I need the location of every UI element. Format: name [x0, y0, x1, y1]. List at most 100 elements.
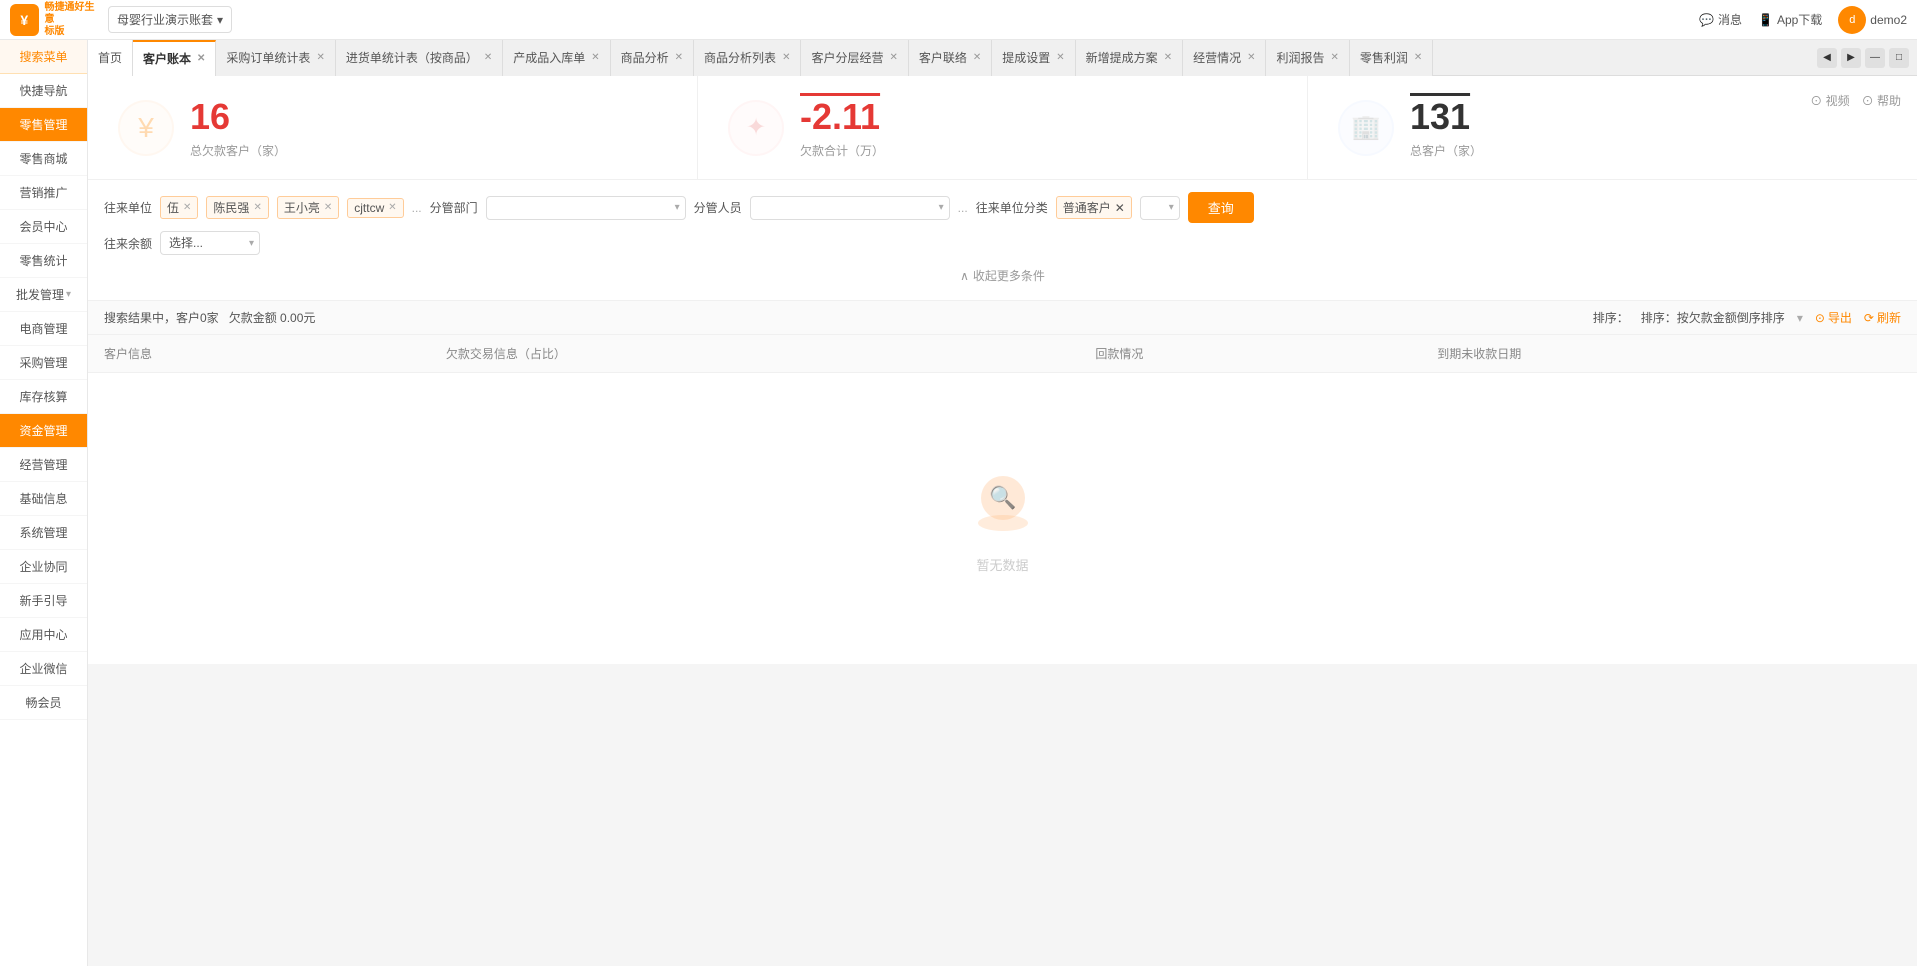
filter-area: 往来单位 伍 ✕ 陈民强 ✕ 王小亮 ✕	[88, 180, 1917, 301]
app-download-button[interactable]: 📱 App下载	[1758, 11, 1822, 28]
user-avatar-area[interactable]: d demo2	[1838, 6, 1907, 34]
tab-product-analysis-list[interactable]: 商品分析列表 ✕	[694, 40, 801, 76]
balance-select[interactable]: 选择...	[160, 231, 260, 255]
tab-customer-contact[interactable]: 客户联络 ✕	[909, 40, 992, 76]
filter-tag-chen[interactable]: 陈民强 ✕	[206, 196, 268, 219]
filter-tag-normal-customer[interactable]: 普通客户 ✕	[1056, 196, 1132, 219]
phone-icon: 📱	[1758, 13, 1773, 27]
sidebar-item-retail-mall[interactable]: 零售商城	[0, 142, 87, 176]
sidebar-item-quick-nav[interactable]: 快捷导航	[0, 74, 87, 108]
filter-label-unit: 往来单位	[104, 199, 152, 216]
tab-customer-ledger[interactable]: 客户账本 ✕	[133, 40, 216, 76]
stats-row: ¥ 16 总欠款客户（家） ✦	[88, 76, 1917, 180]
tab-profit-report[interactable]: 利润报告 ✕	[1266, 40, 1349, 76]
dept-select[interactable]	[486, 196, 686, 220]
close-icon[interactable]: ✕	[889, 52, 897, 63]
close-icon[interactable]: ✕	[1115, 201, 1125, 215]
filter-label-balance: 往来余额	[104, 235, 152, 252]
tab-maximize[interactable]: □	[1889, 48, 1909, 68]
tab-retail-profit[interactable]: 零售利润 ✕	[1350, 40, 1433, 76]
svg-text:🔍: 🔍	[989, 483, 1016, 510]
close-icon[interactable]: ✕	[1164, 52, 1172, 63]
tab-operations[interactable]: 经营情况 ✕	[1183, 40, 1266, 76]
sidebar-item-guide[interactable]: 新手引导	[0, 584, 87, 618]
filter-tag-cjttcw[interactable]: cjttcw ✕	[347, 198, 403, 218]
close-icon[interactable]: ✕	[973, 52, 981, 63]
balance-select-wrapper: 选择... ▾	[160, 231, 260, 255]
sidebar-item-collab[interactable]: 企业协同	[0, 550, 87, 584]
empty-state-text: 暂无数据	[976, 555, 1028, 574]
sidebar-item-member[interactable]: 会员中心	[0, 210, 87, 244]
sidebar-item-basic-info[interactable]: 基础信息	[0, 482, 87, 516]
close-icon[interactable]: ✕	[183, 202, 191, 213]
tab-minimize[interactable]: —	[1865, 48, 1885, 68]
collapse-filter-button[interactable]: ∧ 收起更多条件	[104, 263, 1901, 288]
sidebar-item-app-center[interactable]: 应用中心	[0, 618, 87, 652]
close-icon[interactable]: ✕	[675, 52, 683, 63]
close-icon[interactable]: ✕	[591, 52, 599, 63]
refresh-button[interactable]: ⟳ 刷新	[1864, 309, 1901, 326]
filter-more-tags[interactable]: ...	[412, 201, 422, 215]
sidebar-item-wholesale[interactable]: 批发管理 ▾	[0, 278, 87, 312]
col-header-customer: 客户信息	[88, 335, 430, 373]
close-icon[interactable]: ✕	[1056, 52, 1064, 63]
close-icon[interactable]: ✕	[1247, 52, 1255, 63]
tab-purchase-stats[interactable]: 进货单统计表（按商品） ✕	[336, 40, 503, 76]
filter-label-dept: 分管部门	[430, 199, 478, 216]
category-select[interactable]	[1140, 196, 1180, 220]
tab-add-commission[interactable]: 新增提成方案 ✕	[1076, 40, 1183, 76]
sidebar-item-marketing[interactable]: 营销推广	[0, 176, 87, 210]
tab-scroll-right[interactable]: ▶	[1841, 48, 1861, 68]
person-more-btn[interactable]: ...	[958, 201, 968, 215]
filter-label-category: 往来单位分类	[976, 199, 1048, 216]
sidebar-item-inventory[interactable]: 库存核算	[0, 380, 87, 414]
stat-label-total: 总客户（家）	[1410, 142, 1482, 159]
sidebar-item-wechat[interactable]: 企业微信	[0, 652, 87, 686]
tab-bar: 首页 客户账本 ✕ 采购订单统计表 ✕ 进货单统计表（按商品） ✕ 产成品入库单…	[88, 40, 1917, 76]
sidebar-item-retail-stats[interactable]: 零售统计	[0, 244, 87, 278]
close-icon[interactable]: ✕	[197, 53, 205, 64]
tab-home[interactable]: 首页	[88, 40, 133, 76]
tab-commission-settings[interactable]: 提成设置 ✕	[992, 40, 1075, 76]
sidebar-search[interactable]: 搜索菜单	[0, 40, 87, 74]
chevron-down-icon: ▾	[217, 13, 223, 27]
refresh-icon: ⟳	[1864, 311, 1874, 325]
sidebar-item-retail-mgmt[interactable]: 零售管理	[0, 108, 87, 142]
sidebar-item-purchase[interactable]: 采购管理	[0, 346, 87, 380]
tab-customer-tier[interactable]: 客户分层经营 ✕	[801, 40, 908, 76]
close-icon[interactable]: ✕	[782, 52, 790, 63]
message-icon: 💬	[1699, 13, 1714, 27]
sidebar-item-member2[interactable]: 畅会员	[0, 686, 87, 720]
stat-card-debt: ✦ -2.11 欠款合计（万）	[698, 76, 1308, 179]
close-icon[interactable]: ✕	[1414, 52, 1422, 63]
close-icon[interactable]: ✕	[1331, 52, 1339, 63]
close-icon[interactable]: ✕	[253, 202, 261, 213]
export-button[interactable]: ⊙ 导出	[1815, 309, 1852, 326]
person-select[interactable]	[750, 196, 950, 220]
empty-state-cell: 🔍 暂无数据	[88, 373, 1917, 665]
empty-state-icon: 🔍	[963, 463, 1043, 543]
message-button[interactable]: 💬 消息	[1699, 11, 1742, 28]
filter-tag-wang[interactable]: 王小亮 ✕	[277, 196, 339, 219]
close-icon[interactable]: ✕	[324, 202, 332, 213]
close-icon[interactable]: ✕	[316, 52, 324, 63]
results-actions: 排序： 排序：按欠款金额倒序排序 ▾ ⊙ 导出 ⟳ 刷新	[1593, 309, 1901, 326]
chevron-up-icon: ∧	[960, 269, 969, 283]
tab-product-analysis[interactable]: 商品分析 ✕	[611, 40, 694, 76]
sidebar-item-ecommerce[interactable]: 电商管理	[0, 312, 87, 346]
tab-product-inbound[interactable]: 产成品入库单 ✕	[503, 40, 610, 76]
workspace-selector[interactable]: 母婴行业演示账套 ▾	[108, 6, 232, 33]
tab-scroll-left[interactable]: ◀	[1817, 48, 1837, 68]
stat-value-total: 131	[1410, 96, 1482, 138]
close-icon[interactable]: ✕	[388, 202, 396, 213]
filter-tag-wu[interactable]: 伍 ✕	[160, 196, 198, 219]
video-help-btn[interactable]: ⊙ 视频	[1810, 92, 1849, 109]
col-header-due-date: 到期未收款日期	[1421, 335, 1917, 373]
close-icon[interactable]: ✕	[484, 52, 492, 63]
tab-purchase-order-stats[interactable]: 采购订单统计表 ✕	[216, 40, 335, 76]
help-btn[interactable]: ⊙ 帮助	[1862, 92, 1901, 109]
sidebar-item-operations[interactable]: 经营管理	[0, 448, 87, 482]
query-button[interactable]: 查询	[1188, 192, 1254, 223]
sidebar-item-system[interactable]: 系统管理	[0, 516, 87, 550]
sidebar-item-finance[interactable]: 资金管理	[0, 414, 87, 448]
